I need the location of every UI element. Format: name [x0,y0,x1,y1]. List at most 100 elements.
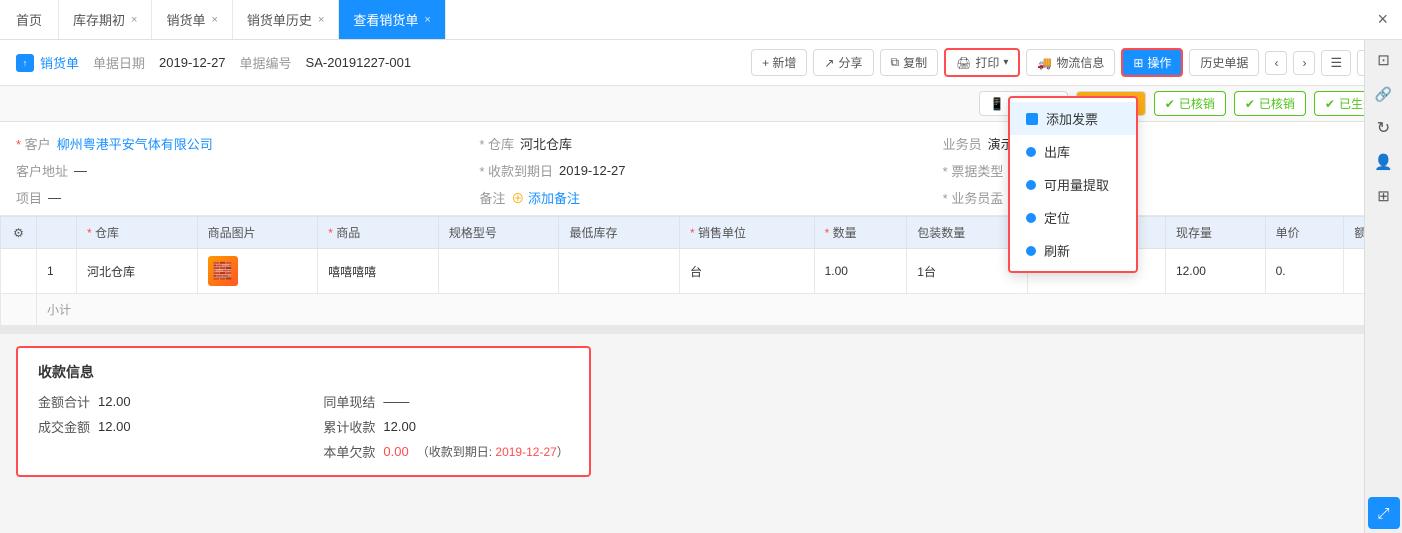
doc-type-badge: ↑ 销货单 [16,53,79,72]
form-area: * 客户 柳州粤港平安气体有限公司 * 仓库 河北仓库 业务员 演示账号 客户地… [0,122,1402,216]
transaction-amount-value: 12.00 [98,419,131,434]
col-spec: 规格型号 [438,217,559,249]
doc-date-label: 单据日期 [93,53,145,72]
payment-date-value: 2019-12-27 [559,163,626,178]
payment-date-label: * 收款到期日 [479,161,553,180]
share-button[interactable]: ↗ 分享 [813,49,873,76]
address-value: — [74,163,87,178]
print-button[interactable]: 🖨 打印 ▾ [944,48,1020,77]
doc-type-icon: ↑ [16,54,34,72]
print-icon: 🖨 [956,56,971,70]
transaction-amount-label: 成交金额 [38,417,90,436]
table-container: ⚙ * 仓库 商品图片 * 商品 规格型号 最低库存 * 销售单位 * 数量 包… [0,216,1402,334]
tab-sales-history[interactable]: 销货单历史 × [233,0,339,39]
col-current-stock: 现存量 [1165,217,1265,249]
table-row: 1 河北仓库 🧱 嘻嘻嘻嘻 台 1.00 1台 12.00 0. [1,249,1402,294]
cumulative-payment-value: 12.00 [383,419,416,434]
total-amount-label: 金额合计 [38,392,90,411]
print-dropdown-arrow: ▾ [1003,57,1008,68]
history-button[interactable]: 历史单据 [1189,49,1259,76]
dropdown-available-qty[interactable]: 可用量提取 [1010,168,1136,201]
add-button[interactable]: + 新增 [751,49,807,76]
prev-button[interactable]: ‹ [1265,51,1287,75]
blue-dot-icon-2 [1026,180,1036,190]
copy-icon: ⧉ [891,55,900,70]
cumulative-payment-row: 累计收款 12.00 [323,417,568,436]
scroll-bar[interactable] [0,326,1402,334]
sidebar-icon-user[interactable]: 👤 [1368,146,1400,178]
project-field: 项目 — [16,188,459,207]
warehouse-value: 河北仓库 [520,134,572,153]
warehouse-field: * 仓库 河北仓库 [479,134,922,153]
product-image: 🧱 [208,256,238,286]
tab-inventory-init[interactable]: 库存期初 × [59,0,152,39]
tab-sales-order[interactable]: 销货单 × [152,0,232,39]
sidebar-icon-link[interactable]: 🔗 [1368,78,1400,110]
customer-label: * 客户 [16,134,51,153]
operation-dropdown: 添加发票 出库 可用量提取 定位 刷新 [1008,96,1138,273]
cumulative-payment-label: 累计收款 [323,417,375,436]
salesperson-label: 业务员 [943,134,982,153]
dropdown-locate[interactable]: 定位 [1010,201,1136,234]
action-bar: 📱 来自手机 未开票 ✔ 已核销 ✔ 已核销 ✔ 已生效 [0,86,1402,122]
project-value: — [48,190,61,205]
sidebar-icon-fullscreen[interactable]: ⤢ [1368,497,1400,529]
next-button[interactable]: › [1293,51,1315,75]
sidebar-icon-table[interactable]: ⊞ [1368,180,1400,212]
col-min-stock: 最低库存 [559,217,680,249]
truck-icon: 🚚 [1037,56,1052,70]
operation-button[interactable]: ⊞ 操作 [1121,48,1183,77]
doc-date-value: 2019-12-27 [159,55,226,70]
balance-label: 本单欠款 [323,442,375,461]
check-button[interactable]: ✔ 已核销 [1154,91,1226,116]
col-product: * 商品 [318,217,439,249]
customer-field: * 客户 柳州粤港平安气体有限公司 [16,134,459,153]
blue-dot-icon [1026,147,1036,157]
tab-close-history[interactable]: × [318,14,324,26]
document-header: ↑ 销货单 单据日期 2019-12-27 单据编号 SA-20191227-0… [0,40,1402,86]
check-icon: ✔ [1165,97,1175,111]
col-settings[interactable]: ⚙ [1,217,37,249]
blue-dot-icon-4 [1026,246,1036,256]
col-index [37,217,77,249]
sidebar-icon-rotate[interactable]: ↻ [1368,112,1400,144]
payment-grid: 金额合计 12.00 同单现结 —— 成交金额 12.00 累计收款 12.00… [38,392,569,461]
address-field: 客户地址 — [16,161,459,180]
phone-icon: 📱 [990,97,1005,111]
balance-row: 本单欠款 0.00 （收款到期日: 2019-12-27） [323,442,568,461]
payment-box: 收款信息 金额合计 12.00 同单现结 —— 成交金额 12.00 累计收款 … [16,346,591,477]
list-view-button[interactable]: ☰ [1321,50,1351,76]
payment-title: 收款信息 [38,362,569,382]
subtotal-row: 小计 [1,294,1402,326]
tab-close-view[interactable]: × [424,14,430,26]
warehouse-label: * 仓库 [479,134,514,153]
add-note-button[interactable]: ⊕ 添加备注 [511,188,580,207]
dropdown-add-invoice[interactable]: 添加发票 [1010,102,1136,135]
tab-close-inventory[interactable]: × [131,14,137,26]
tab-view-sales[interactable]: 查看销货单 × [339,0,445,39]
effective-check-icon: ✔ [1325,97,1335,111]
col-warehouse: * 仓库 [77,217,198,249]
same-order-settle-row: 同单现结 —— [323,392,568,411]
cancelled-check-icon: ✔ [1245,97,1255,111]
total-amount-row: 金额合计 12.00 [38,392,283,411]
copy-button[interactable]: ⧉ 复制 [880,49,939,76]
doc-number-value: SA-20191227-001 [306,55,412,70]
global-close-button[interactable]: × [1377,9,1388,30]
project-label: 项目 [16,188,42,207]
tab-close-sales[interactable]: × [211,14,217,26]
note-field: 备注 ⊕ 添加备注 [479,188,922,207]
share-icon: ↗ [824,56,834,70]
dropdown-out-warehouse[interactable]: 出库 [1010,135,1136,168]
cancelled-button[interactable]: ✔ 已核销 [1234,91,1306,116]
toolbar-right: + 新增 ↗ 分享 ⧉ 复制 🖨 打印 ▾ 🚚 物流信息 ⊞ 操作 历史单据 ‹… [751,48,1386,77]
business-label: * 业务员盂 [943,188,1004,207]
col-unit-price: 单价 [1265,217,1344,249]
address-label: 客户地址 [16,161,68,180]
logistics-button[interactable]: 🚚 物流信息 [1026,49,1115,76]
sidebar-icon-expand[interactable]: ⊡ [1368,44,1400,76]
tab-home[interactable]: 首页 [0,0,59,39]
dropdown-refresh[interactable]: 刷新 [1010,234,1136,267]
same-order-settle-value: —— [383,394,409,409]
blue-dot-icon-3 [1026,213,1036,223]
